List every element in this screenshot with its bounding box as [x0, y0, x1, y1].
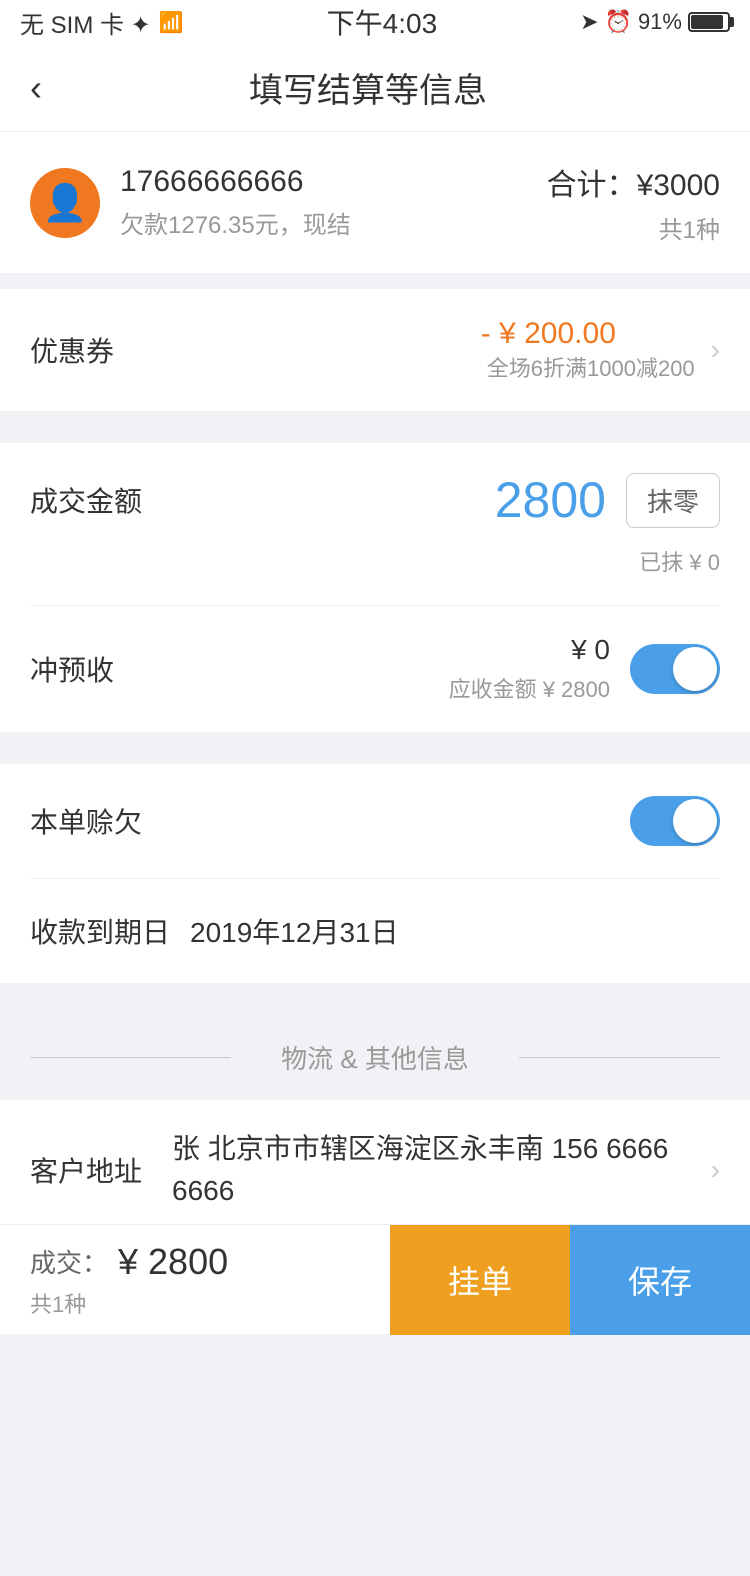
hold-button[interactable]: 挂单	[390, 1225, 570, 1335]
coupon-label: 优惠券	[30, 330, 481, 370]
battery-percent: 91%	[638, 9, 682, 35]
coupon-discount: - ¥ 200.00	[481, 317, 695, 351]
coupon-desc: 全场6折满1000减200	[487, 351, 695, 383]
amount-row: 成交金额 2800 抹零	[30, 471, 720, 529]
back-button[interactable]: ‹	[30, 57, 52, 119]
round-button[interactable]: 抹零	[626, 473, 720, 528]
duedate-row: 收款到期日 2019年12月31日	[0, 879, 750, 983]
amount-value-group: 2800 抹零	[495, 471, 720, 529]
header-line-left	[30, 1057, 231, 1058]
status-left: 无 SIM 卡 ✦ 📶	[20, 5, 184, 40]
amount-number: 2800	[495, 471, 606, 529]
bottom-bar: 成交： ¥ 2800 共1种 挂单 保存	[0, 1224, 750, 1334]
transaction-card: 成交金额 2800 抹零 已抹 ¥ 0 冲预收 ¥ 0 应收金额 ¥ 2800	[0, 443, 750, 732]
bottom-info: 成交： ¥ 2800 共1种	[0, 1241, 390, 1319]
prepay-note: 应收金额 ¥ 2800	[449, 672, 610, 704]
sim-label: 无 SIM 卡 ✦	[20, 5, 151, 40]
prepay-label: 冲预收	[30, 649, 449, 689]
status-bar: 无 SIM 卡 ✦ 📶 下午4:03 ➤ ⏰ 91%	[0, 0, 750, 44]
coupon-card: 优惠券 - ¥ 200.00 全场6折满1000减200 ›	[0, 289, 750, 411]
avatar: 👤	[30, 168, 100, 238]
amount-label: 成交金额	[30, 480, 495, 520]
duedate-value: 2019年12月31日	[190, 911, 399, 951]
location-icon: ➤	[580, 9, 598, 35]
status-right: ➤ ⏰ 91%	[580, 9, 730, 35]
bottom-count: 共1种	[30, 1287, 360, 1319]
amount-note: 已抹 ¥ 0	[30, 545, 720, 577]
total-amount: 合计：¥3000	[547, 160, 720, 204]
customer-card: 👤 17666666666 欠款1276.35元，现结 合计：¥3000 共1种	[0, 132, 750, 273]
header-line-right	[519, 1057, 720, 1058]
customer-debt: 欠款1276.35元，现结	[120, 205, 547, 240]
customer-phone: 17666666666	[120, 165, 547, 199]
save-button[interactable]: 保存	[570, 1225, 750, 1335]
address-value: 张 北京市市辖区海淀区永丰南 156 6666 6666	[172, 1128, 701, 1212]
prepay-amount: ¥ 0	[571, 634, 610, 666]
gray-separator-1	[0, 427, 750, 443]
wifi-icon: 📶	[159, 10, 184, 35]
logistics-header: 物流 & 其他信息	[0, 1015, 750, 1100]
avatar-icon: 👤	[43, 182, 88, 224]
address-card: 客户地址 张 北京市市辖区海淀区永丰南 156 6666 6666 ›	[0, 1100, 750, 1240]
debt-toggle-knob	[673, 799, 717, 843]
prepay-toggle[interactable]	[630, 644, 720, 694]
coupon-right: - ¥ 200.00 全场6折满1000减200 ›	[481, 317, 720, 383]
status-time: 下午4:03	[327, 2, 438, 42]
debt-row: 本单赊欠	[0, 764, 750, 878]
gray-separator-3	[0, 999, 750, 1015]
clock-icon: ⏰	[605, 9, 632, 35]
battery-icon	[688, 12, 730, 32]
address-arrow-icon: ›	[711, 1154, 720, 1186]
customer-info: 17666666666 欠款1276.35元，现结	[120, 165, 547, 240]
deal-label: 成交：	[30, 1243, 108, 1280]
total-count: 共1种	[547, 210, 720, 245]
nav-bar: ‹ 填写结算等信息	[0, 44, 750, 132]
coupon-arrow-icon: ›	[711, 334, 720, 366]
content-area: 👤 17666666666 欠款1276.35元，现结 合计：¥3000 共1种…	[0, 132, 750, 1576]
deal-amount: ¥ 2800	[118, 1241, 228, 1283]
customer-row: 👤 17666666666 欠款1276.35元，现结 合计：¥3000 共1种	[0, 132, 750, 273]
bottom-deal: 成交： ¥ 2800	[30, 1241, 360, 1283]
page-title: 填写结算等信息	[52, 63, 684, 112]
debt-toggle[interactable]	[630, 796, 720, 846]
logistics-header-text: 物流 & 其他信息	[281, 1039, 469, 1076]
prepay-right: ¥ 0 应收金额 ¥ 2800	[449, 634, 610, 704]
gray-separator-2	[0, 748, 750, 764]
duedate-label: 收款到期日	[30, 911, 170, 951]
customer-total: 合计：¥3000 共1种	[547, 160, 720, 245]
prepay-row: 冲预收 ¥ 0 应收金额 ¥ 2800	[0, 606, 750, 732]
amount-section: 成交金额 2800 抹零 已抹 ¥ 0	[0, 443, 750, 605]
address-row[interactable]: 客户地址 张 北京市市辖区海淀区永丰南 156 6666 6666 ›	[0, 1100, 750, 1240]
toggle-knob	[673, 647, 717, 691]
coupon-row[interactable]: 优惠券 - ¥ 200.00 全场6折满1000减200 ›	[0, 289, 750, 411]
debt-card: 本单赊欠 收款到期日 2019年12月31日	[0, 764, 750, 983]
address-key: 客户地址	[30, 1150, 142, 1190]
debt-label: 本单赊欠	[30, 801, 630, 841]
